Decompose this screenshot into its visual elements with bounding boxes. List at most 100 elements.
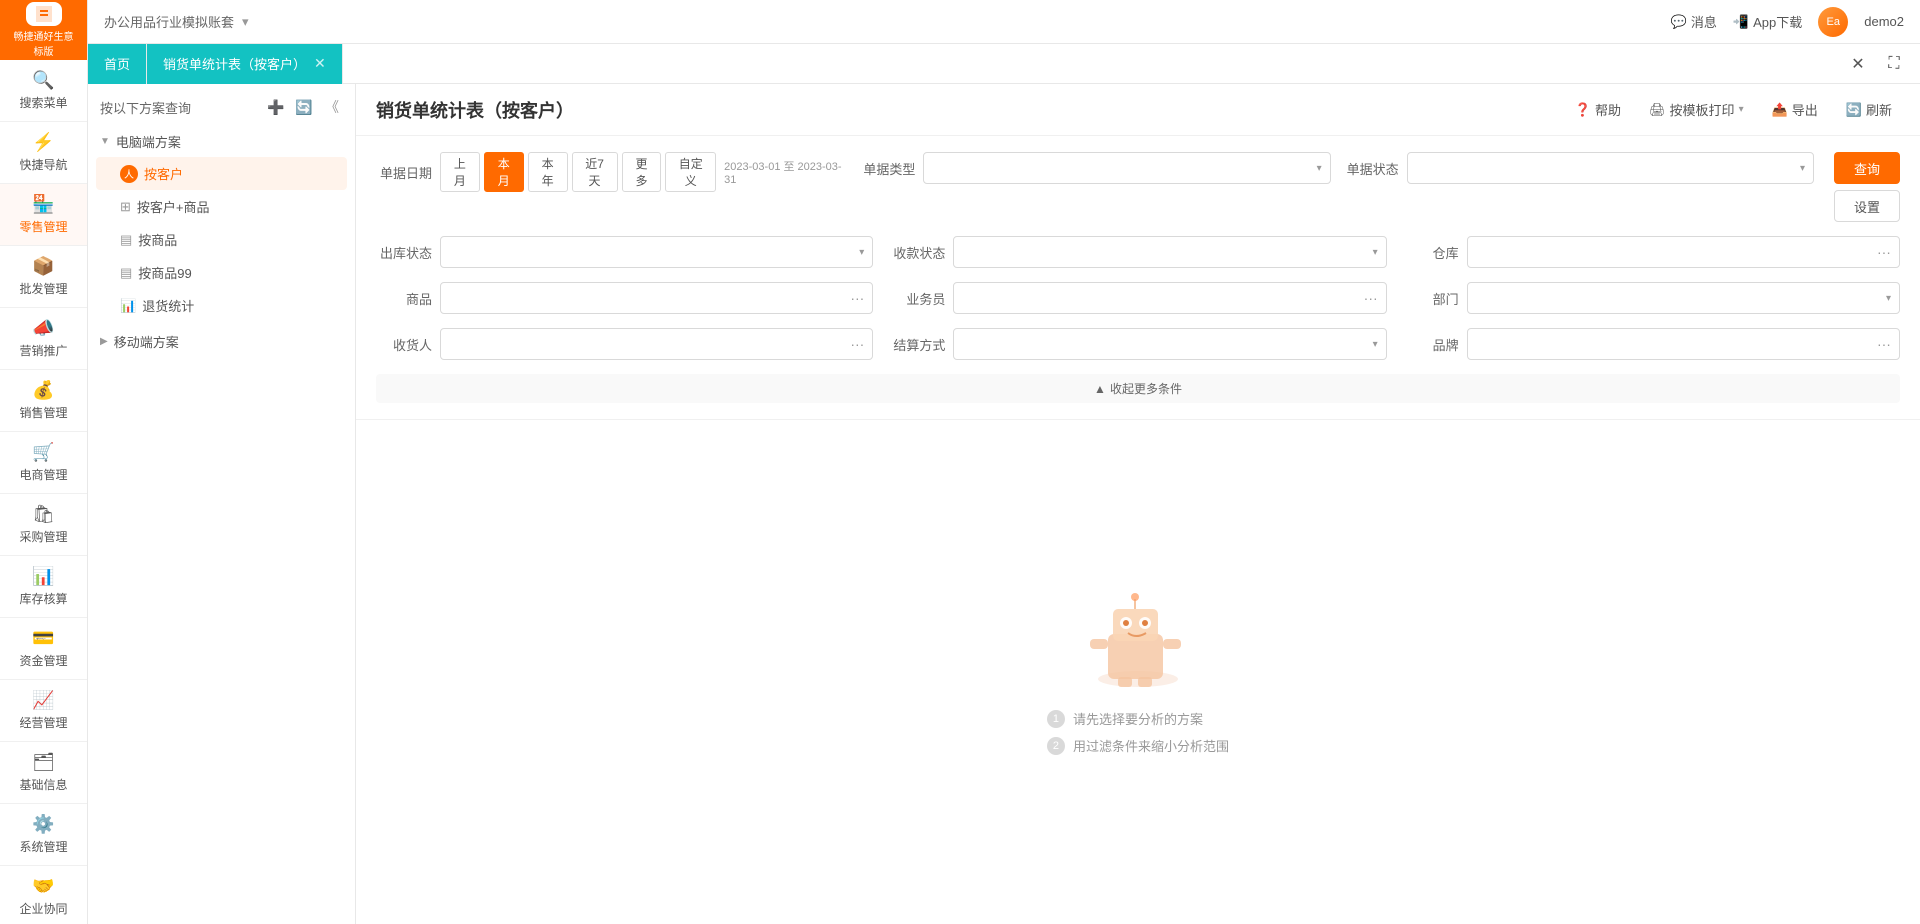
department-arrow: ▾ (1886, 293, 1891, 304)
logo-icon (26, 2, 62, 26)
date-this-month-btn[interactable]: 本月 (484, 152, 524, 192)
sidebar-item-system[interactable]: ⚙️ 系统管理 (0, 804, 87, 866)
sidebar-item-wholesale-label: 批发管理 (19, 280, 67, 297)
chevron-right-icon: ▶ (100, 336, 108, 347)
receiver-dots[interactable]: ··· (850, 336, 864, 352)
date-this-year-btn[interactable]: 本年 (528, 152, 568, 192)
export-button[interactable]: 📤 导出 (1764, 96, 1826, 123)
sidebar-item-retail[interactable]: 🏪 零售管理 (0, 184, 87, 246)
scheme-item-by-goods99[interactable]: ▤ 按商品99 (96, 256, 347, 289)
out-status-select[interactable]: ▾ (440, 236, 873, 268)
collapse-panel-button[interactable]: 《 (321, 96, 343, 118)
breadcrumb: 办公用品行业模拟账套 (104, 12, 234, 31)
sidebar-item-finance[interactable]: 💳 资金管理 (0, 618, 87, 680)
date-last-month-btn[interactable]: 上月 (440, 152, 480, 192)
tabs-bar: 首页 销货单统计表（按客户） ✕ ✕ ⛶ (88, 44, 1920, 84)
sidebar-item-sales[interactable]: 💰 销售管理 (0, 370, 87, 432)
enterprise-icon: 🤝 (32, 876, 54, 897)
sidebar-item-retail-label: 零售管理 (19, 218, 67, 235)
message-button[interactable]: 💬 消息 (1671, 12, 1717, 31)
date-custom-btn[interactable]: 自定义 (665, 152, 716, 192)
brand-select[interactable]: ··· (1467, 328, 1900, 360)
salesperson-filter: 业务员 ··· (889, 282, 1386, 314)
receiver-select[interactable]: ··· (440, 328, 873, 360)
print-icon: 🖨 (1649, 102, 1666, 118)
tab-minimize-button[interactable]: ✕ (1844, 50, 1872, 78)
scheme-item-by-customer-goods[interactable]: ⊞ 按客户+商品 (96, 190, 347, 223)
avatar[interactable]: Ea (1818, 7, 1848, 37)
scheme-item-return-stat[interactable]: 📊 退货统计 (96, 289, 347, 322)
goods-select[interactable]: ··· (440, 282, 873, 314)
receipt-status-select[interactable]: ▾ (953, 236, 1386, 268)
desktop-scheme-group[interactable]: ▼ 电脑端方案 (96, 126, 347, 157)
breadcrumb-dropdown-icon[interactable]: ▾ (242, 14, 249, 30)
app-download-button[interactable]: 📲 App下载 (1733, 12, 1802, 31)
sidebar-item-inventory[interactable]: 📊 库存核算 (0, 556, 87, 618)
sidebar-item-wholesale[interactable]: 📦 批发管理 (0, 246, 87, 308)
scheme-item-by-goods[interactable]: ▤ 按商品 (96, 223, 347, 256)
query-button[interactable]: 查询 (1834, 152, 1900, 184)
left-panel-title: 按以下方案查询 (100, 98, 191, 117)
date-last-7days-btn[interactable]: 近7天 (572, 152, 618, 192)
user-name: demo2 (1864, 14, 1904, 29)
sidebar-item-ecommerce[interactable]: 🛒 电商管理 (0, 432, 87, 494)
header-left: 办公用品行业模拟账套 ▾ (104, 12, 249, 31)
tab-sales-stat[interactable]: 销货单统计表（按客户） ✕ (147, 44, 343, 84)
date-filter-label: 单据日期 (376, 163, 432, 182)
scheme-section: ▼ 电脑端方案 人 按客户 ⊞ 按客户+商品 ▤ 按商品 ▤ 按商品 (88, 126, 355, 357)
tab-expand-button[interactable]: ⛶ (1880, 50, 1908, 78)
salesperson-dots[interactable]: ··· (1364, 290, 1378, 306)
sidebar-item-shortcuts[interactable]: ⚡ 快捷导航 (0, 122, 87, 184)
filter-area: 单据日期 上月 本月 本年 近7天 更多 自定义 2023-03-01 至 20… (356, 136, 1920, 420)
sidebar-item-operation[interactable]: 📈 经营管理 (0, 680, 87, 742)
mobile-scheme-group[interactable]: ▶ 移动端方案 (96, 326, 347, 357)
sidebar-item-enterprise-label: 企业协同 (19, 900, 67, 917)
add-scheme-button[interactable]: ➕ (265, 96, 287, 118)
sidebar-item-enterprise[interactable]: 🤝 企业协同 (0, 866, 87, 924)
logo-text: 畅捷通好生意 (14, 28, 74, 43)
warehouse-dots[interactable]: ··· (1877, 244, 1891, 260)
sidebar-item-purchase-label: 采购管理 (19, 528, 67, 545)
department-select[interactable]: ▾ (1467, 282, 1900, 314)
app-download-icon: 📲 (1733, 14, 1749, 30)
settlement-select[interactable]: ▾ (953, 328, 1386, 360)
tip-num-2: 2 (1047, 737, 1065, 755)
sidebar-item-purchase[interactable]: 🛍 采购管理 (0, 494, 87, 556)
sidebar-item-marketing[interactable]: 📣 营销推广 (0, 308, 87, 370)
mobile-scheme-group-label: 移动端方案 (114, 332, 179, 351)
scheme-item-return-stat-label: 退货统计 (142, 296, 194, 315)
settlement-arrow: ▾ (1373, 339, 1378, 350)
collapse-button[interactable]: ▲ 收起更多条件 (376, 374, 1900, 403)
refresh-button[interactable]: 🔄 刷新 (1838, 96, 1900, 123)
refresh-scheme-button[interactable]: 🔄 (293, 96, 315, 118)
receipt-status-label: 收款状态 (889, 243, 945, 262)
tab-close-icon[interactable]: ✕ (314, 55, 326, 72)
sidebar-item-search[interactable]: 🔍 搜索菜单 (0, 60, 87, 122)
goods-dots[interactable]: ··· (850, 290, 864, 306)
marketing-icon: 📣 (32, 318, 54, 339)
goods-filter: 商品 ··· (376, 282, 873, 314)
scheme-item-by-customer-label: 按客户 (144, 164, 183, 183)
export-icon: 📤 (1772, 102, 1788, 118)
left-panel-actions: ➕ 🔄 《 (265, 96, 343, 118)
date-more-btn[interactable]: 更多 (622, 152, 662, 192)
order-status-select[interactable]: ▾ (1407, 152, 1814, 184)
tab-home[interactable]: 首页 (88, 44, 147, 84)
help-button[interactable]: ❓ 帮助 (1567, 96, 1629, 123)
template-print-button[interactable]: 🖨 按模板打印 ▾ (1641, 96, 1752, 123)
page-title: 销货单统计表（按客户） (376, 97, 574, 123)
scheme-customer-icon: 人 (120, 165, 138, 183)
warehouse-select[interactable]: ··· (1467, 236, 1900, 268)
order-type-select[interactable]: ▾ (923, 152, 1330, 184)
sidebar-item-basic[interactable]: 🗂 基础信息 (0, 742, 87, 804)
department-filter: 部门 ▾ (1403, 282, 1900, 314)
settings-button[interactable]: 设置 (1834, 190, 1900, 222)
scheme-goods99-icon: ▤ (120, 265, 132, 281)
collapse-label: 收起更多条件 (1110, 380, 1182, 397)
brand-dots[interactable]: ··· (1877, 336, 1891, 352)
tabs-right: ✕ ⛶ (1844, 50, 1920, 78)
top-header: 办公用品行业模拟账套 ▾ 💬 消息 📲 App下载 Ea demo2 (88, 0, 1920, 44)
settlement-label: 结算方式 (889, 335, 945, 354)
scheme-item-by-customer[interactable]: 人 按客户 (96, 157, 347, 190)
salesperson-select[interactable]: ··· (953, 282, 1386, 314)
